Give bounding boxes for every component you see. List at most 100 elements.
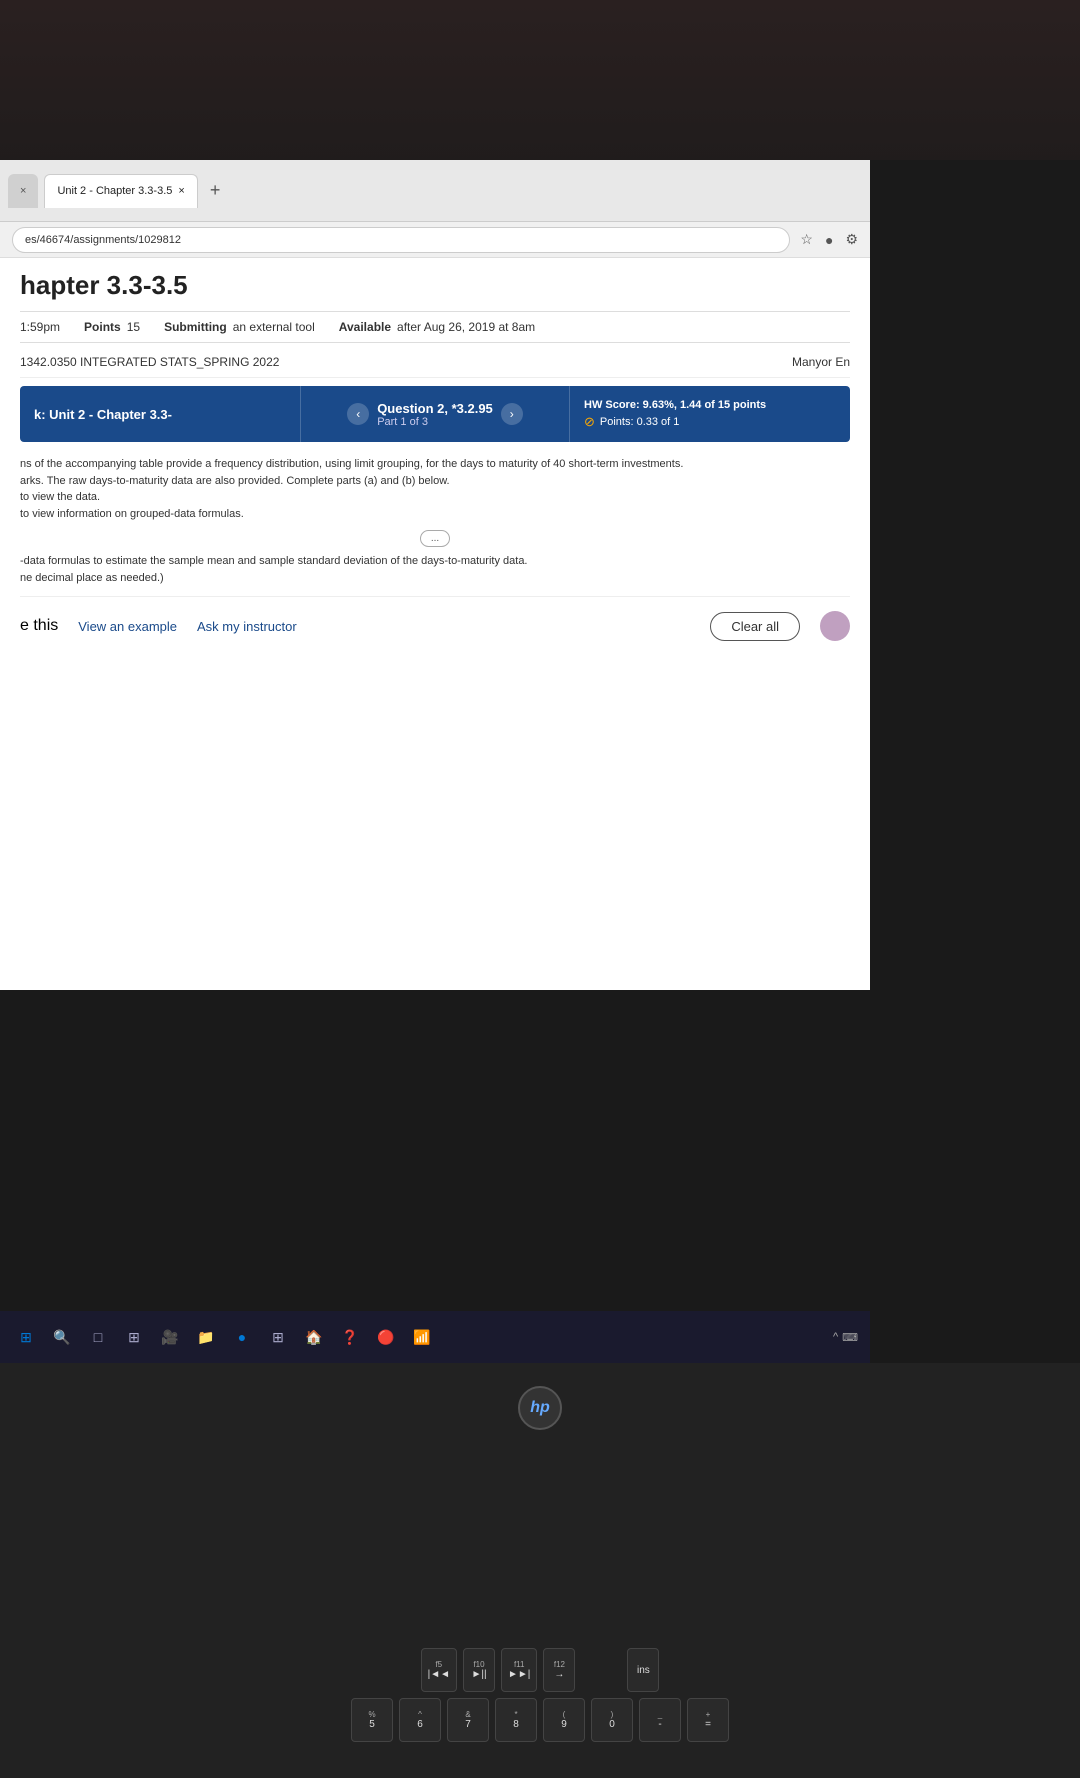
next-question-button[interactable]: ›	[501, 403, 523, 425]
user-icon[interactable]: ●	[825, 232, 833, 248]
taskbar-search-icon[interactable]: 🔍	[48, 1323, 76, 1351]
points-text: Points: 0.33 of 1	[600, 416, 680, 428]
question-formula-text: -data formulas to estimate the sample me…	[20, 553, 850, 586]
nav-bar-score: HW Score: 9.63%, 1.44 of 15 points ⊘ Poi…	[570, 386, 850, 442]
taskbar-video-icon[interactable]: 🎥	[156, 1323, 184, 1351]
key-8-bottom: 8	[513, 1719, 519, 1730]
tab-active-close[interactable]: ×	[178, 185, 184, 197]
key-equals[interactable]: + =	[687, 1698, 729, 1742]
hw-score-text: HW Score: 9.63%, 1.44 of 15 points	[584, 399, 836, 411]
key-f5-bottom: |◄◄	[428, 1669, 450, 1680]
taskbar: ⊞ 🔍 □ ⊞ 🎥 📁 ● ⊞ 🏠 ❓ 🔴 📶 ^ ⌨	[0, 1311, 870, 1363]
key-f12[interactable]: f12 →	[543, 1648, 575, 1692]
question-nav-bar: k: Unit 2 - Chapter 3.3- ‹ Question 2, *…	[20, 386, 850, 442]
key-f11[interactable]: f11 ►►|	[501, 1648, 537, 1692]
browser-screen: × Unit 2 - Chapter 3.3-3.5 × + es/46674/…	[0, 160, 870, 990]
key-minus-top: _	[658, 1710, 662, 1719]
new-tab-button[interactable]: +	[204, 180, 227, 201]
key-6[interactable]: ^ 6	[399, 1698, 441, 1742]
taskbar-files-icon[interactable]: □	[84, 1323, 112, 1351]
taskbar-home-icon[interactable]: 🏠	[300, 1323, 328, 1351]
question-text-1: ns of the accompanying table provide a f…	[20, 456, 850, 473]
key-5[interactable]: % 5	[351, 1698, 393, 1742]
address-bar[interactable]: es/46674/assignments/1029812	[12, 227, 790, 253]
question-label: Question 2, *3.2.95	[377, 401, 493, 416]
nav-bar-question: ‹ Question 2, *3.2.95 Part 1 of 3 ›	[300, 386, 570, 442]
meta-submitting: Submitting an external tool	[164, 320, 315, 334]
ask-instructor-link[interactable]: Ask my instructor	[197, 619, 297, 634]
tab-inactive[interactable]: ×	[8, 174, 38, 208]
settings-icon[interactable]: ⚙	[845, 231, 858, 248]
key-9-bottom: 9	[561, 1719, 567, 1730]
key-f5[interactable]: f5 |◄◄	[421, 1648, 457, 1692]
question-body: ns of the accompanying table provide a f…	[20, 456, 850, 522]
expand-label: ...	[431, 533, 439, 544]
key-5-bottom: 5	[369, 1719, 375, 1730]
keyboard: f5 |◄◄ f10 ►|| f11 ►►| f12 → ins %	[20, 1648, 1060, 1748]
meta-available: Available after Aug 26, 2019 at 8am	[339, 320, 535, 334]
meta-available-value: after Aug 26, 2019 at 8am	[397, 320, 535, 334]
key-f10[interactable]: f10 ►||	[463, 1648, 495, 1692]
key-ins[interactable]: ins	[627, 1648, 659, 1692]
taskbar-grid-icon[interactable]: ⊞	[120, 1323, 148, 1351]
key-equals-top: +	[706, 1710, 711, 1719]
taskbar-right: ^ ⌨	[833, 1331, 858, 1344]
key-f11-bottom: ►►|	[508, 1669, 530, 1680]
tab-inactive-close[interactable]: ×	[20, 185, 26, 197]
points-line: ⊘ Points: 0.33 of 1	[584, 414, 836, 430]
page-content: hapter 3.3-3.5 1:59pm Points 15 Submitti…	[0, 258, 870, 990]
star-icon[interactable]: ☆	[800, 231, 813, 248]
key-7[interactable]: & 7	[447, 1698, 489, 1742]
key-minus-bottom: -	[658, 1719, 661, 1730]
page-title: hapter 3.3-3.5	[20, 270, 850, 301]
nav-arrows: ‹ Question 2, *3.2.95 Part 1 of 3 ›	[347, 401, 523, 428]
view-example-link[interactable]: View an example	[78, 619, 177, 634]
prev-question-button[interactable]: ‹	[347, 403, 369, 425]
meta-time-value: 1:59pm	[20, 320, 60, 334]
points-icon: ⊘	[584, 414, 595, 430]
taskbar-arrow-icon: ^	[833, 1331, 838, 1343]
taskbar-network-icon[interactable]: 📶	[408, 1323, 436, 1351]
action-bar: e this View an example Ask my instructor…	[20, 596, 850, 655]
key-equals-bottom: =	[705, 1719, 711, 1730]
meta-time: 1:59pm	[20, 320, 60, 334]
key-7-bottom: 7	[465, 1719, 471, 1730]
taskbar-apps-icon[interactable]: ⊞	[264, 1323, 292, 1351]
question-text-4: to view information on grouped-data form…	[20, 506, 850, 523]
key-f10-bottom: ►||	[471, 1669, 486, 1680]
key-9-top: (	[563, 1710, 566, 1719]
meta-available-label: Available	[339, 320, 391, 334]
key-6-top: ^	[418, 1710, 422, 1719]
tab-active[interactable]: Unit 2 - Chapter 3.3-3.5 ×	[44, 174, 197, 208]
expand-button[interactable]: ...	[420, 530, 450, 547]
key-f11-top: f11	[514, 1660, 525, 1669]
circle-action-button[interactable]	[820, 611, 850, 641]
key-0[interactable]: ) 0	[591, 1698, 633, 1742]
tab-active-label: Unit 2 - Chapter 3.3-3.5	[57, 185, 172, 197]
taskbar-edge-icon[interactable]: ●	[228, 1323, 256, 1351]
browser-icons: ☆ ● ⚙	[800, 231, 858, 248]
key-0-top: )	[611, 1710, 614, 1719]
question-text-2: arks. The raw days-to-maturity data are …	[20, 473, 850, 490]
keyboard-area: hp f5 |◄◄ f10 ►|| f11 ►►| f12 → ins	[0, 1363, 1080, 1778]
nav-bar-assignment-title: k: Unit 2 - Chapter 3.3-	[20, 386, 300, 442]
taskbar-windows-icon[interactable]: ⊞	[12, 1323, 40, 1351]
decimal-text: ne decimal place as needed.)	[20, 570, 850, 587]
browser-tab-bar: × Unit 2 - Chapter 3.3-3.5 × +	[0, 160, 870, 222]
meta-submitting-label: Submitting	[164, 320, 227, 334]
key-f10-top: f10	[473, 1660, 484, 1669]
taskbar-security-icon[interactable]: 🔴	[372, 1323, 400, 1351]
key-ins-label: ins	[637, 1665, 650, 1676]
key-9[interactable]: ( 9	[543, 1698, 585, 1742]
key-8[interactable]: * 8	[495, 1698, 537, 1742]
key-minus[interactable]: _ -	[639, 1698, 681, 1742]
screen-right-edge	[870, 160, 1080, 990]
clear-all-button[interactable]: Clear all	[710, 612, 800, 641]
number-key-row: % 5 ^ 6 & 7 * 8 ( 9 ) 0	[20, 1698, 1060, 1742]
hp-logo-text: hp	[530, 1399, 550, 1417]
taskbar-help-icon[interactable]: ❓	[336, 1323, 364, 1351]
meta-points: Points 15	[84, 320, 140, 334]
key-f12-bottom: →	[554, 1669, 564, 1680]
taskbar-folder-icon[interactable]: 📁	[192, 1323, 220, 1351]
key-8-top: *	[514, 1710, 517, 1719]
